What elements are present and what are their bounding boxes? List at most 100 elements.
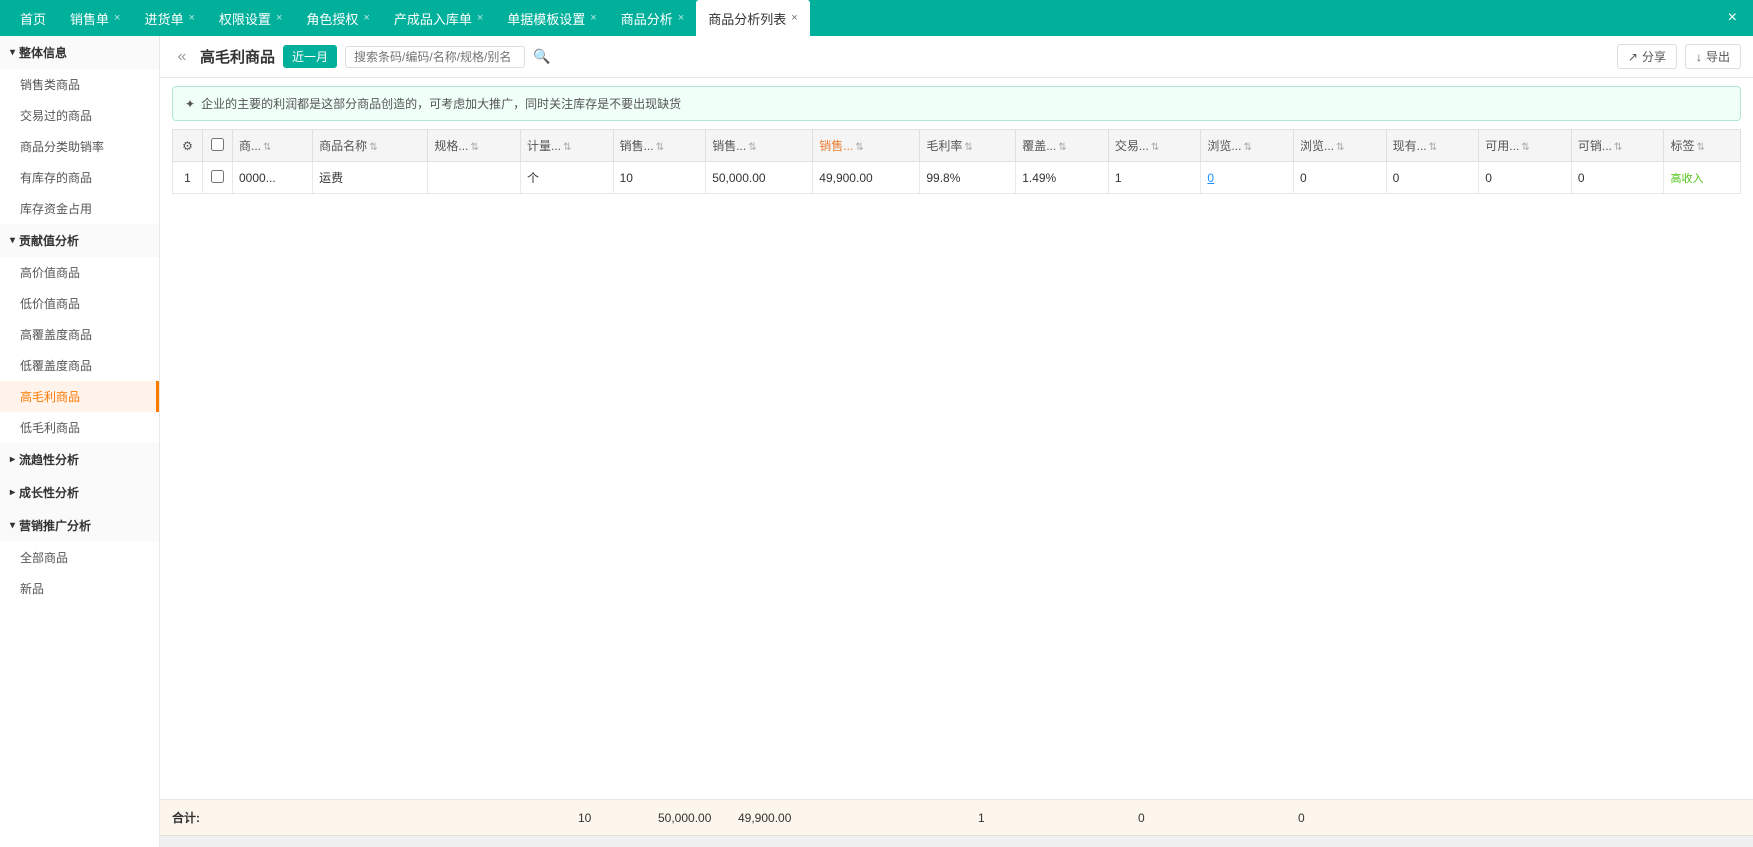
info-icon: ✦ <box>185 97 195 111</box>
col-tag: 标签⇅ <box>1664 130 1741 162</box>
footer-empty3 <box>412 811 492 825</box>
col-name: 商品名称⇅ <box>313 130 428 162</box>
row-checkbox[interactable] <box>203 162 233 194</box>
nav-analysis[interactable]: 商品分析 × <box>609 0 696 36</box>
close-all-button[interactable]: × <box>1720 9 1745 27</box>
col-checkbox[interactable] <box>203 130 233 162</box>
nav-sales[interactable]: 销售单 × <box>58 0 132 36</box>
sidebar-item-all-goods[interactable]: 全部商品 <box>0 542 159 573</box>
chevron-down-icon: ▾ <box>10 520 15 531</box>
search-input[interactable] <box>345 46 525 68</box>
header-actions: ↗ 分享 ↓ 导出 <box>1617 44 1741 69</box>
col-spec: 规格...⇅ <box>428 130 521 162</box>
nav-role[interactable]: 角色授权 × <box>294 0 381 36</box>
close-icon[interactable]: × <box>363 12 369 24</box>
col-code: 商...⇅ <box>233 130 313 162</box>
row-name: 运费 <box>313 162 428 194</box>
nav-purchase[interactable]: 进货单 × <box>132 0 206 36</box>
footer-empty9 <box>1372 811 1452 825</box>
footer-empty1 <box>252 811 332 825</box>
sidebar-item-high-margin[interactable]: 高毛利商品 <box>0 381 159 412</box>
footer-empty7 <box>1052 811 1132 825</box>
content-area: « 高毛利商品 近一月 🔍 ↗ 分享 ↓ 导出 ✦ 企业的主要的利润都是这部分商 <box>160 36 1753 847</box>
sidebar-section-contribution[interactable]: ▾ 贡献值分析 <box>0 224 159 257</box>
row-select-checkbox[interactable] <box>211 170 224 183</box>
sidebar-item-high-value[interactable]: 高价值商品 <box>0 257 159 288</box>
footer-empty4 <box>492 811 572 825</box>
table-container[interactable]: ⚙ 商...⇅ 商品名称⇅ 规格...⇅ 计量...⇅ 销售...⇅ 销售...… <box>160 129 1753 799</box>
sidebar-section-marketing[interactable]: ▾ 营销推广分析 <box>0 509 159 542</box>
row-tag: 高收入 <box>1664 162 1741 194</box>
footer-label: 合计: <box>172 809 252 826</box>
close-icon[interactable]: × <box>114 12 120 24</box>
table-row: 1 0000... 运费 个 10 50,000.00 49,900.00 99… <box>173 162 1741 194</box>
sidebar-item-new-goods[interactable]: 新品 <box>0 573 159 604</box>
row-num: 1 <box>173 162 203 194</box>
chevron-down-icon: ▾ <box>10 235 15 246</box>
col-coverage: 覆盖...⇅ <box>1016 130 1109 162</box>
col-transaction: 交易...⇅ <box>1108 130 1201 162</box>
col-unit: 计量...⇅ <box>520 130 613 162</box>
product-table: ⚙ 商...⇅ 商品名称⇅ 规格...⇅ 计量...⇅ 销售...⇅ 销售...… <box>172 129 1741 194</box>
col-sales-qty: 销售...⇅ <box>613 130 706 162</box>
row-transaction: 1 <box>1108 162 1201 194</box>
search-button[interactable]: 🔍 <box>533 48 550 65</box>
footer-empty8 <box>1212 811 1292 825</box>
sidebar: ▾ 整体信息 销售类商品 交易过的商品 商品分类助销率 有库存的商品 库存资金占… <box>0 36 160 847</box>
row-unit: 个 <box>520 162 613 194</box>
main-layout: ▾ 整体信息 销售类商品 交易过的商品 商品分类助销率 有库存的商品 库存资金占… <box>0 36 1753 847</box>
chevron-right-icon: ▸ <box>10 454 15 465</box>
nav-home[interactable]: 首页 <box>8 0 58 36</box>
filter-recent-month-button[interactable]: 近一月 <box>283 45 337 68</box>
footer-empty6 <box>892 811 972 825</box>
footer-empty5 <box>812 811 892 825</box>
close-icon[interactable]: × <box>188 12 194 24</box>
export-button[interactable]: ↓ 导出 <box>1685 44 1741 69</box>
close-icon[interactable]: × <box>276 12 282 24</box>
info-text: 企业的主要的利润都是这部分商品创造的，可考虑加大推广，同时关注库存是不要出现缺货 <box>201 95 681 112</box>
footer-empty2 <box>332 811 412 825</box>
footer-browse2: 0 <box>1132 811 1212 825</box>
footer-available-stock: 0 <box>1292 811 1372 825</box>
nav-product-inbound[interactable]: 产成品入库单 × <box>382 0 495 36</box>
row-current-stock: 0 <box>1386 162 1479 194</box>
nav-permission[interactable]: 权限设置 × <box>207 0 294 36</box>
share-button[interactable]: ↗ 分享 <box>1617 44 1677 69</box>
sidebar-section-growth[interactable]: ▸ 成长性分析 <box>0 476 159 509</box>
top-nav: 首页 销售单 × 进货单 × 权限设置 × 角色授权 × 产成品入库单 × 单据… <box>0 0 1753 36</box>
table-header-row: ⚙ 商...⇅ 商品名称⇅ 规格...⇅ 计量...⇅ 销售...⇅ 销售...… <box>173 130 1741 162</box>
footer-sales-amount: 50,000.00 <box>652 811 732 825</box>
search-icon: 🔍 <box>533 48 550 64</box>
sidebar-section-overall[interactable]: ▾ 整体信息 <box>0 36 159 69</box>
sidebar-item-high-coverage[interactable]: 高覆盖度商品 <box>0 319 159 350</box>
sidebar-section-trend[interactable]: ▸ 流趋性分析 <box>0 443 159 476</box>
close-icon[interactable]: × <box>791 12 797 24</box>
close-icon[interactable]: × <box>678 12 684 24</box>
row-available-stock: 0 <box>1479 162 1572 194</box>
share-icon: ↗ <box>1628 50 1638 64</box>
col-browse2: 浏览...⇅ <box>1294 130 1387 162</box>
chevron-down-icon: ▾ <box>10 47 15 58</box>
sidebar-item-stock-funds[interactable]: 库存资金占用 <box>0 193 159 224</box>
sidebar-item-category-assist[interactable]: 商品分类助销率 <box>0 131 159 162</box>
row-sales-amount: 50,000.00 <box>706 162 813 194</box>
sidebar-collapse-button[interactable]: « <box>172 48 192 66</box>
page-title: 高毛利商品 <box>200 46 275 67</box>
sidebar-item-traded-goods[interactable]: 交易过的商品 <box>0 100 159 131</box>
col-settings[interactable]: ⚙ <box>173 130 203 162</box>
row-browse1[interactable]: 0 <box>1201 162 1294 194</box>
col-current-stock: 现有...⇅ <box>1386 130 1479 162</box>
sidebar-item-low-margin[interactable]: 低毛利商品 <box>0 412 159 443</box>
close-icon[interactable]: × <box>477 12 483 24</box>
sidebar-item-low-coverage[interactable]: 低覆盖度商品 <box>0 350 159 381</box>
sidebar-item-sales-goods[interactable]: 销售类商品 <box>0 69 159 100</box>
nav-analysis-list[interactable]: 商品分析列表 × <box>696 0 809 36</box>
nav-template[interactable]: 单据模板设置 × <box>495 0 608 36</box>
sidebar-item-low-value[interactable]: 低价值商品 <box>0 288 159 319</box>
close-icon[interactable]: × <box>590 12 596 24</box>
select-all-checkbox[interactable] <box>211 138 224 151</box>
bottom-scrollbar[interactable] <box>160 835 1753 847</box>
chevron-right-icon: ▸ <box>10 487 15 498</box>
footer-row: 合计: 10 50,000.00 49,900.00 1 0 0 <box>160 799 1753 835</box>
sidebar-item-stocked-goods[interactable]: 有库存的商品 <box>0 162 159 193</box>
